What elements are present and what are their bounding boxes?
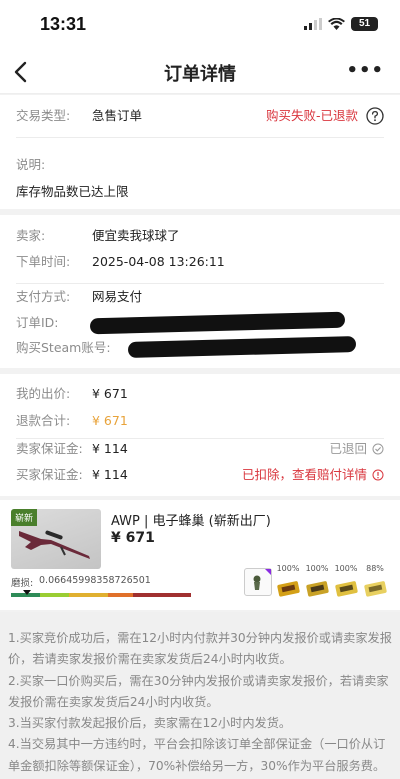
- compensation-details-link[interactable]: 已扣除，查看赔付详情: [242, 463, 367, 487]
- my-bid-label: 我的出价:: [16, 386, 71, 401]
- seller-label: 卖家:: [16, 228, 46, 243]
- trade-type-value: 急售订单: [92, 108, 143, 123]
- rule-item: 3.当买家付款发起报价后，卖家需在12小时内发货。: [8, 716, 292, 731]
- order-type-card: 交易类型: 急售订单 购买失败-已退款 说明: 库存物品数已达上限: [0, 95, 400, 209]
- info-circle-icon[interactable]: [372, 469, 384, 481]
- refund-total-value: ¥ 671: [92, 413, 128, 428]
- status-time: 13:31: [40, 14, 87, 34]
- sticker-wear-4: 88%: [366, 564, 384, 573]
- steam-account-label: 购买Steam账号:: [16, 340, 111, 355]
- trade-type-label: 交易类型:: [16, 108, 71, 123]
- sticker-icon: [306, 581, 329, 597]
- order-id-label: 订单ID:: [16, 315, 59, 330]
- status-bar: 13:31 51: [0, 0, 400, 50]
- page-title: 订单详情: [164, 64, 236, 85]
- sticker-icon: [335, 581, 358, 597]
- check-circle-icon: [372, 443, 384, 455]
- rule-item: 4.当交易其中一方违约时，平台会扣除该订单全部保证金（一口价从订单金额扣除等额保…: [8, 737, 386, 773]
- note-value: 库存物品数已达上限: [16, 184, 129, 199]
- order-time-value: 2025-04-08 13:26:11: [92, 254, 225, 269]
- note-label: 说明:: [16, 157, 46, 172]
- rule-item: 1.买家竞价成功后，需在12小时内付款并30分钟内发报价或请卖家发报价，若请卖家…: [8, 631, 392, 667]
- rule-item: 2.买家一口价购买后，需在30分钟内发报价或请卖家发报价，若请卖家发报价需在卖家…: [8, 673, 389, 709]
- seller-deposit-label: 卖家保证金:: [16, 441, 83, 456]
- item-price: ¥ 671: [111, 530, 155, 546]
- charm-icon: [253, 569, 271, 590]
- help-icon[interactable]: [366, 107, 384, 125]
- more-button[interactable]: •••: [346, 60, 384, 81]
- my-bid-value: ¥ 671: [92, 386, 128, 401]
- refund-total-label: 退款合计:: [16, 413, 71, 428]
- wear-label: 磨损:: [11, 578, 34, 589]
- wifi-icon: [328, 18, 345, 30]
- seller-value: 便宜卖我球球了: [92, 228, 180, 243]
- rules-notes: 1.买家竞价成功后，需在12小时内付款并30分钟内发报价或请卖家发报价，若请卖家…: [0, 612, 400, 779]
- seller-deposit-status: 已退回: [329, 441, 367, 456]
- sticker-wear-1: 100%: [276, 564, 300, 573]
- buyer-deposit-label: 买家保证金:: [16, 467, 83, 482]
- order-status: 购买失败-已退款: [265, 108, 358, 123]
- payment-method-value: 网易支付: [92, 289, 143, 304]
- charm-slot: [244, 568, 272, 596]
- wear-value: 0.06645998358726501: [39, 575, 151, 586]
- payment-method-label: 支付方式:: [16, 289, 71, 304]
- sticker-icon: [277, 581, 300, 597]
- sticker-wear-3: 100%: [334, 564, 358, 573]
- nav-bar: 订单详情 •••: [0, 50, 400, 94]
- order-time-label: 下单时间:: [16, 254, 71, 269]
- buyer-deposit-value: ¥ 114: [92, 467, 128, 482]
- battery-icon: 51: [351, 17, 378, 31]
- seller-deposit-value: ¥ 114: [92, 441, 128, 456]
- divider: [16, 137, 384, 138]
- wear-marker: [23, 590, 31, 595]
- exterior-tag: 崭新: [11, 509, 38, 526]
- order-info-card: 卖家: 便宜卖我球球了 下单时间: 2025-04-08 13:26:11 支付…: [0, 215, 400, 368]
- status-icons: 51: [304, 17, 378, 31]
- divider: [16, 283, 384, 284]
- item-thumbnail[interactable]: 崭新: [11, 509, 101, 569]
- sticker-wear-2: 100%: [305, 564, 329, 573]
- sticker-icon: [364, 581, 387, 597]
- amount-card: 我的出价: ¥ 671 退款合计: ¥ 671 卖家保证金: ¥ 114 已退回…: [0, 374, 400, 496]
- wear-bar: [11, 593, 191, 597]
- signal-icon: [304, 18, 322, 30]
- item-name: AWP | 电子蜂巢 (崭新出厂): [111, 514, 271, 529]
